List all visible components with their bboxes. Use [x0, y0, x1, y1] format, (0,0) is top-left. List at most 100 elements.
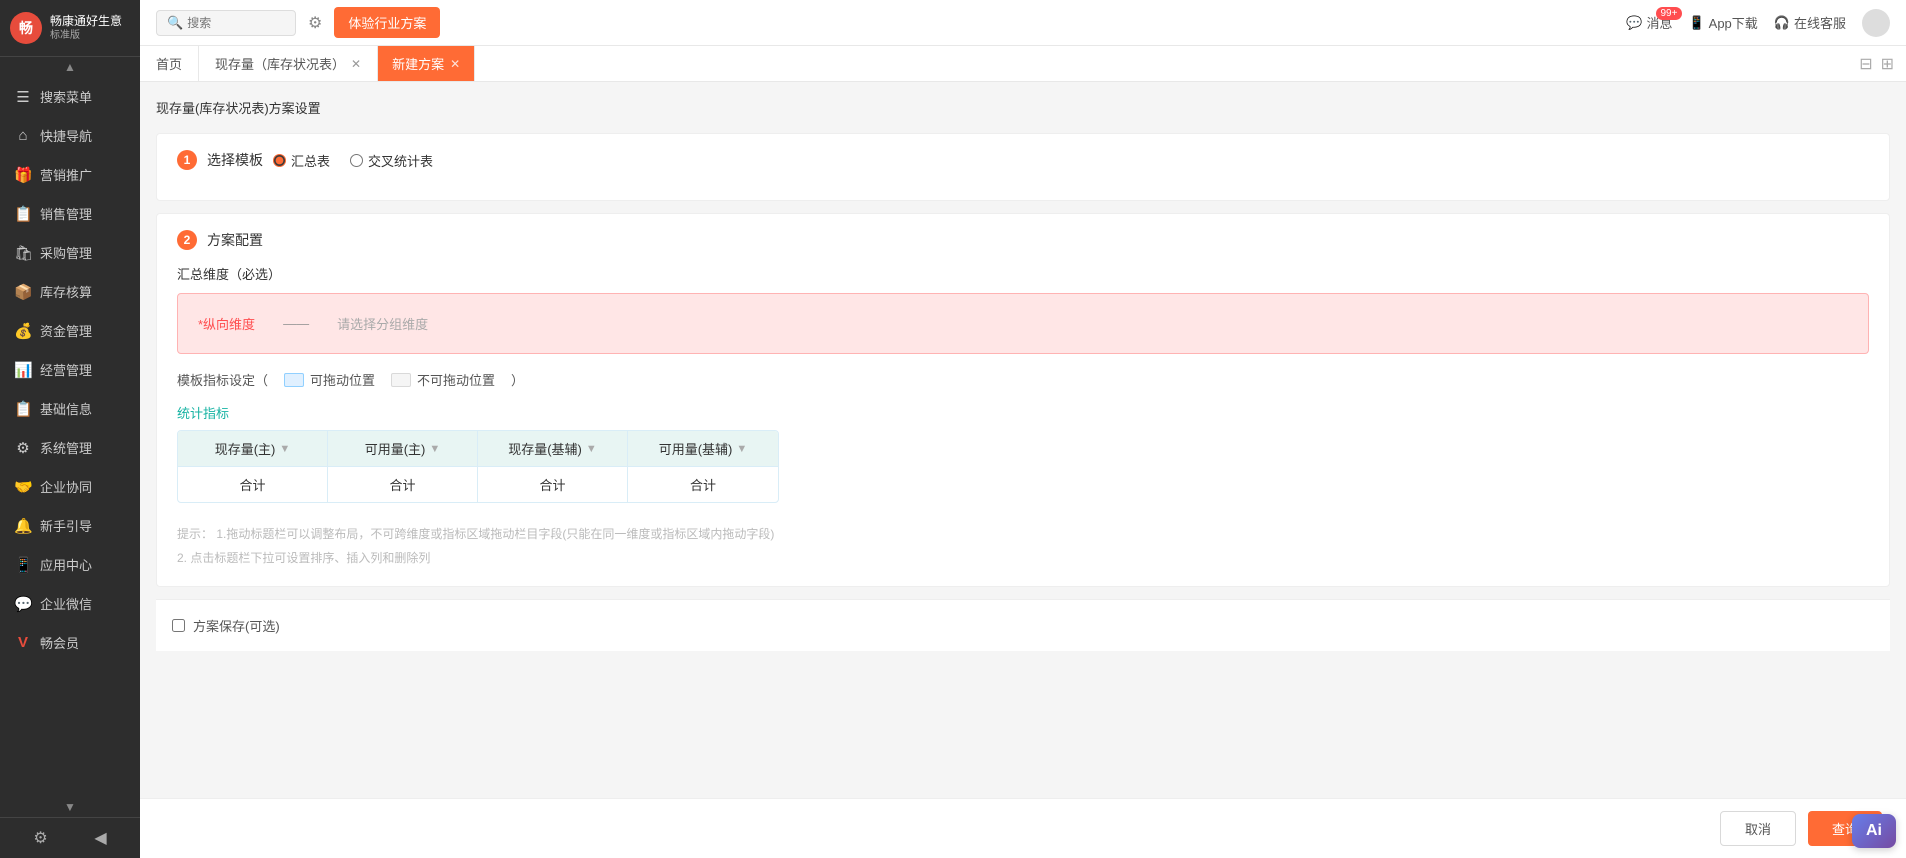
gear-icon[interactable]: ⚙	[308, 13, 322, 33]
operations-icon: 📊	[14, 361, 32, 379]
message-button[interactable]: 💬 消息 99+	[1626, 13, 1672, 32]
sidebar-scroll-up[interactable]: ▲	[0, 57, 140, 77]
member-icon: V	[14, 634, 32, 651]
tab-home[interactable]: 首页	[140, 46, 199, 81]
search-menu-icon: ☰	[14, 88, 32, 106]
sidebar-item-app-center[interactable]: 📱 应用中心	[0, 545, 140, 584]
minimize-panel-icon[interactable]: ⊟	[1859, 54, 1872, 74]
col4-header[interactable]: 可用量(基辅) ▼	[628, 431, 778, 467]
step1-section: 1 选择模板 汇总表 交叉统计表	[156, 133, 1890, 201]
dimension-box[interactable]: *纵向维度 —— 请选择分组维度	[177, 293, 1869, 354]
system-icon: ⚙	[14, 439, 32, 457]
settings-icon[interactable]: ⚙	[33, 828, 47, 848]
radio-cross[interactable]: 交叉统计表	[350, 151, 433, 170]
expand-panel-icon[interactable]: ⊞	[1881, 54, 1894, 74]
sidebar-logo: 畅 畅康通好生意 标准版	[0, 0, 140, 57]
step2-section: 2 方案配置 汇总维度（必选） *纵向维度 —— 请选择分组维度 模板指标设定（…	[156, 213, 1890, 587]
stats-table: 现存量(主) ▼ 可用量(主) ▼ 现存量(基辅) ▼	[177, 430, 779, 503]
page-title: 现存量(库存状况表)方案设置	[156, 98, 1890, 117]
purchase-icon: 🛍	[14, 244, 32, 262]
fixed-box	[391, 373, 411, 387]
search-box[interactable]: 🔍	[156, 10, 296, 36]
save-row: 方案保存(可选)	[156, 599, 1890, 651]
col3-cell: 合计	[478, 467, 628, 502]
app-download-button[interactable]: 📱 App下载	[1688, 13, 1757, 32]
phone-icon: 📱	[1688, 15, 1704, 31]
col1-cell: 合计	[178, 467, 328, 502]
save-checkbox-label: 方案保存(可选)	[193, 616, 280, 635]
sidebar-item-wechat[interactable]: 💬 企业微信	[0, 584, 140, 623]
tip2: 2. 点击标题栏下拉可设置排序、插入列和删除列	[177, 546, 1869, 570]
col2-header[interactable]: 可用量(主) ▼	[328, 431, 478, 467]
headset-icon: 🎧	[1774, 15, 1790, 31]
basic-icon: 📋	[14, 400, 32, 418]
industry-solution-button[interactable]: 体验行业方案	[334, 7, 440, 38]
fixed-indicator: 不可拖动位置	[391, 370, 495, 389]
app-edition: 标准版	[50, 29, 122, 42]
tips-section: 提示： 1.拖动标题栏可以调整布局，不可跨维度或指标区域拖动栏目字段(只能在同一…	[177, 522, 1869, 570]
search-icon: 🔍	[167, 15, 183, 31]
app-center-icon: 📱	[14, 556, 32, 574]
tab-new-plan[interactable]: 新建方案 ✕	[378, 46, 475, 81]
dimension-placeholder: 请选择分组维度	[337, 314, 428, 333]
online-service-button[interactable]: 🎧 在线客服	[1774, 13, 1846, 32]
sidebar-scroll-down[interactable]: ▼	[0, 797, 140, 817]
ai-button[interactable]: Ai	[1852, 814, 1896, 848]
sidebar-item-inventory[interactable]: 📦 库存核算	[0, 272, 140, 311]
message-icon: 💬	[1626, 15, 1642, 31]
col3-header[interactable]: 现存量(基辅) ▼	[478, 431, 628, 467]
topbar-right: 💬 消息 99+ 📱 App下载 🎧 在线客服	[1626, 9, 1890, 37]
step1-header: 1 选择模板 汇总表 交叉统计表	[177, 150, 1869, 170]
sidebar-item-member[interactable]: V 畅会员	[0, 623, 140, 662]
close-new-plan-tab-icon[interactable]: ✕	[450, 57, 460, 71]
wechat-icon: 💬	[14, 595, 32, 613]
stats-data-row: 合计 合计 合计 合计	[178, 467, 778, 502]
inventory-icon: 📦	[14, 283, 32, 301]
stats-label: 统计指标	[177, 403, 1869, 422]
col2-chevron-icon: ▼	[429, 443, 440, 455]
step1-title: 选择模板	[207, 150, 263, 170]
home-icon: ⌂	[14, 127, 32, 144]
col1-header[interactable]: 现存量(主) ▼	[178, 431, 328, 467]
tab-inventory-status[interactable]: 现存量（库存状况表） ✕	[199, 46, 378, 81]
template-radio-group: 汇总表 交叉统计表	[273, 151, 433, 170]
sidebar-item-system[interactable]: ⚙ 系统管理	[0, 428, 140, 467]
user-avatar[interactable]	[1862, 9, 1890, 37]
col2-cell: 合计	[328, 467, 478, 502]
save-checkbox[interactable]	[172, 619, 185, 632]
col1-chevron-icon: ▼	[279, 443, 290, 455]
close-inventory-tab-icon[interactable]: ✕	[351, 57, 361, 71]
sidebar-item-finance[interactable]: 💰 资金管理	[0, 311, 140, 350]
step2-num: 2	[177, 230, 197, 250]
collapse-sidebar-icon[interactable]: ◀	[94, 828, 106, 848]
cancel-button[interactable]: 取消	[1720, 811, 1796, 846]
sidebar-item-cooperation[interactable]: 🤝 企业协同	[0, 467, 140, 506]
sidebar-item-shortcut[interactable]: ⌂ 快捷导航	[0, 116, 140, 155]
step1-num: 1	[177, 150, 197, 170]
sidebar-item-operations[interactable]: 📊 经营管理	[0, 350, 140, 389]
finance-icon: 💰	[14, 322, 32, 340]
radio-summary[interactable]: 汇总表	[273, 151, 330, 170]
tip1: 提示： 1.拖动标题栏可以调整布局，不可跨维度或指标区域拖动栏目字段(只能在同一…	[177, 522, 1869, 546]
sidebar-nav: ☰ 搜索菜单 ⌂ 快捷导航 🎁 营销推广 📋 销售管理 🛍 采购管理 📦 库存核…	[0, 77, 140, 797]
sidebar-item-sales[interactable]: 📋 销售管理	[0, 194, 140, 233]
sidebar: 畅 畅康通好生意 标准版 ▲ ☰ 搜索菜单 ⌂ 快捷导航 🎁 营销推广 📋 销售…	[0, 0, 140, 858]
radio-cross-input[interactable]	[350, 154, 363, 167]
newbie-icon: 🔔	[14, 517, 32, 535]
search-input[interactable]	[187, 16, 287, 30]
movable-box	[284, 373, 304, 387]
sidebar-item-marketing[interactable]: 🎁 营销推广	[0, 155, 140, 194]
col3-chevron-icon: ▼	[586, 443, 597, 455]
topbar: 🔍 ⚙ 体验行业方案 💬 消息 99+ 📱 App下载 🎧 在线客服	[140, 0, 1906, 46]
col4-cell: 合计	[628, 467, 778, 502]
radio-summary-input[interactable]	[273, 154, 286, 167]
cooperation-icon: 🤝	[14, 478, 32, 496]
movable-indicator: 可拖动位置	[284, 370, 375, 389]
sidebar-item-search[interactable]: ☰ 搜索菜单	[0, 77, 140, 116]
sidebar-item-basic[interactable]: 📋 基础信息	[0, 389, 140, 428]
sidebar-item-newbie[interactable]: 🔔 新手引导	[0, 506, 140, 545]
tab-bar: 首页 现存量（库存状况表） ✕ 新建方案 ✕ ⊟ ⊞	[140, 46, 1906, 82]
sidebar-item-purchase[interactable]: 🛍 采购管理	[0, 233, 140, 272]
content-area: 现存量(库存状况表)方案设置 1 选择模板 汇总表 交叉统计表	[140, 82, 1906, 798]
gift-icon: 🎁	[14, 166, 32, 184]
